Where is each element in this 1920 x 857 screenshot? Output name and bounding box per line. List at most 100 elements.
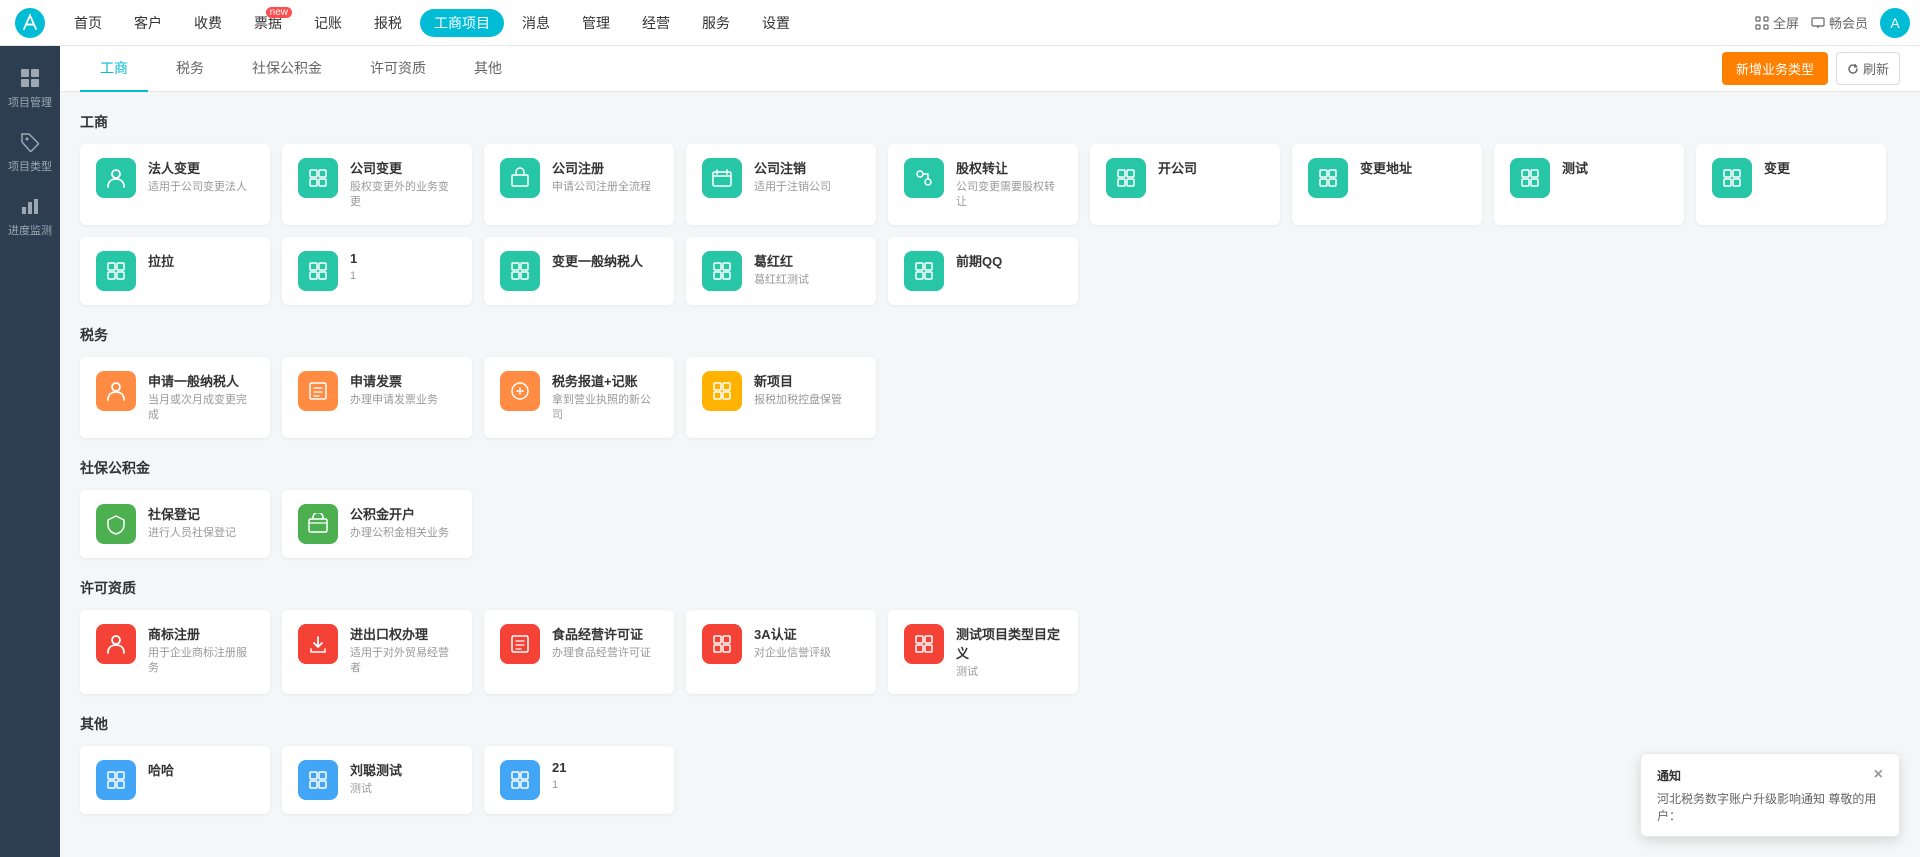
- card-icon-gongsizhuche: [500, 158, 540, 198]
- section-title-other: 其他: [80, 714, 1900, 734]
- nav-tax[interactable]: 报税: [360, 9, 416, 37]
- nav-settings[interactable]: 设置: [748, 9, 804, 37]
- sidebar-label-progress: 进度监测: [8, 222, 52, 238]
- notify-header: 通知 ×: [1657, 766, 1883, 784]
- tab-actions: 新增业务类型 刷新: [1722, 52, 1900, 85]
- card-shipinjinying[interactable]: 食品经营许可证 办理食品经营许可证: [484, 610, 674, 694]
- shebao-card-grid: 社保登记 进行人员社保登记 公积金开户 办理公积金相关业务: [80, 490, 1900, 558]
- card-jinchukou[interactable]: 进出口权办理 适用于对外贸易经营者: [282, 610, 472, 694]
- member-button[interactable]: 畅会员: [1811, 13, 1868, 32]
- card-icon-jinchukou: [298, 624, 338, 664]
- chart-icon: [18, 194, 42, 218]
- avatar[interactable]: A: [1880, 8, 1910, 38]
- card-shangbiaozhuche[interactable]: 商标注册 用于企业商标注册服务: [80, 610, 270, 694]
- section-title-xuke: 许可资质: [80, 578, 1900, 598]
- card-biangeng2[interactable]: 变更: [1696, 144, 1886, 225]
- card-haha[interactable]: 哈哈: [80, 746, 270, 814]
- grid-icon: [18, 66, 42, 90]
- nav-customer[interactable]: 客户: [120, 9, 176, 37]
- top-navigation: 首页 客户 收费 票据 new 记账 报税 工商项目 消息 管理 经营 服务 设…: [0, 0, 1920, 46]
- tag-icon: [18, 130, 42, 154]
- fullscreen-icon: [1755, 16, 1769, 30]
- card-1[interactable]: 1 1: [282, 237, 472, 305]
- refresh-button[interactable]: 刷新: [1836, 52, 1900, 85]
- section-title-gongshang: 工商: [80, 112, 1900, 132]
- notify-close-button[interactable]: ×: [1874, 766, 1883, 784]
- new-badge: new: [266, 7, 292, 18]
- card-faziren[interactable]: 法人变更 适用于公司变更法人: [80, 144, 270, 225]
- card-biangengna税人[interactable]: 变更一般纳税人: [484, 237, 674, 305]
- nav-accounting[interactable]: 记账: [300, 9, 356, 37]
- sidebar-item-project-manage[interactable]: 项目管理: [0, 56, 60, 120]
- fullscreen-button[interactable]: 全屏: [1755, 13, 1799, 32]
- nav-right: 全屏 畅会员 A: [1755, 8, 1910, 38]
- sidebar-item-progress[interactable]: 进度监测: [0, 184, 60, 248]
- new-type-button[interactable]: 新增业务类型: [1722, 52, 1828, 85]
- card-gongsizhuche[interactable]: 公司注册 申请公司注册全流程: [484, 144, 674, 225]
- tab-shuiwu[interactable]: 税务: [156, 46, 224, 92]
- tab-other[interactable]: 其他: [454, 46, 522, 92]
- card-gongsibiangeng[interactable]: 公司变更 股权变更外的业务变更: [282, 144, 472, 225]
- sidebar-label-project-manage: 项目管理: [8, 94, 52, 110]
- nav-operation[interactable]: 经营: [628, 9, 684, 37]
- card-icon-1: [298, 251, 338, 291]
- card-icon-gongsibiangeng: [298, 158, 338, 198]
- card-liucongceshi[interactable]: 刘聪测试 测试: [282, 746, 472, 814]
- card-icon-shenqingnas: [96, 371, 136, 411]
- screen-icon: [1811, 16, 1825, 30]
- card-icon-liucongceshi: [298, 760, 338, 800]
- other-card-grid: 哈哈 刘聪测试 测试: [80, 746, 1900, 814]
- nav-payment[interactable]: 收费: [180, 9, 236, 37]
- card-taxjijia[interactable]: 税务报道+记账 拿到营业执照的新公司: [484, 357, 674, 438]
- card-icon-qianqiqq: [904, 251, 944, 291]
- card-lala[interactable]: 拉拉: [80, 237, 270, 305]
- card-xinxiangmu[interactable]: 新项目 报税加税控盘保管: [686, 357, 876, 438]
- tab-shebao[interactable]: 社保公积金: [232, 46, 342, 92]
- nav-business[interactable]: 工商项目: [420, 9, 504, 37]
- card-icon-gongjijinkaihu: [298, 504, 338, 544]
- card-ceshixiangmu[interactable]: 测试项目类型目定义 测试: [888, 610, 1078, 694]
- card-shenqingfapiao[interactable]: 申请发票 办理申请发票业务: [282, 357, 472, 438]
- card-icon-guquanzhuanrang: [904, 158, 944, 198]
- card-gongsizuxiao[interactable]: 公司注销 适用于注销公司: [686, 144, 876, 225]
- nav-ticket[interactable]: 票据 new: [240, 9, 296, 37]
- card-kaigongsi[interactable]: 开公司: [1090, 144, 1280, 225]
- card-21[interactable]: 21 1: [484, 746, 674, 814]
- card-guquanzhuanrang[interactable]: 股权转让 公司变更需要股权转让: [888, 144, 1078, 225]
- card-icon-taxjijia: [500, 371, 540, 411]
- nav-service[interactable]: 服务: [688, 9, 744, 37]
- card-shenqingnas[interactable]: 申请一般纳税人 当月或次月成变更完成: [80, 357, 270, 438]
- notify-text: 河北税务数字账户升级影响通知 尊敬的用户：: [1657, 790, 1883, 824]
- nav-items: 首页 客户 收费 票据 new 记账 报税 工商项目 消息 管理 经营 服务 设…: [60, 9, 1755, 37]
- xuke-card-grid: 商标注册 用于企业商标注册服务 进出口权办理 适用于对外贸易经营者: [80, 610, 1900, 694]
- card-gongjijinkaihu[interactable]: 公积金开户 办理公积金相关业务: [282, 490, 472, 558]
- card-icon-kaigongsi: [1106, 158, 1146, 198]
- card-biangengdizhi[interactable]: 变更地址: [1292, 144, 1482, 225]
- card-icon-biangeng2: [1712, 158, 1752, 198]
- card-qianqiqq[interactable]: 前期QQ: [888, 237, 1078, 305]
- card-icon-haha: [96, 760, 136, 800]
- refresh-icon: [1847, 63, 1859, 75]
- logo[interactable]: [10, 3, 50, 43]
- nav-home[interactable]: 首页: [60, 9, 116, 37]
- section-title-shuiwu: 税务: [80, 325, 1900, 345]
- tab-xuke[interactable]: 许可资质: [350, 46, 446, 92]
- tab-gongshang[interactable]: 工商: [80, 46, 148, 92]
- card-icon-gongsizuxiao: [702, 158, 742, 198]
- card-icon-shenqingfapiao: [298, 371, 338, 411]
- card-3arenzheng[interactable]: 3A认证 对企业信誉评级: [686, 610, 876, 694]
- card-ceshi1[interactable]: 测试: [1494, 144, 1684, 225]
- card-icon-lala: [96, 251, 136, 291]
- sidebar: 项目管理 项目类型 进度监测: [0, 46, 60, 857]
- tabs-bar: 工商 税务 社保公积金 许可资质 其他 新增业务类型 刷新: [60, 46, 1920, 92]
- nav-manage[interactable]: 管理: [568, 9, 624, 37]
- card-gehonghong[interactable]: 葛红红 葛红红测试: [686, 237, 876, 305]
- gongshang-card-grid: 法人变更 适用于公司变更法人 公司变更 股权变更外的业务变更: [80, 144, 1900, 305]
- card-icon-biangengdizhi: [1308, 158, 1348, 198]
- card-icon-faziren: [96, 158, 136, 198]
- card-icon-gehonghong: [702, 251, 742, 291]
- nav-message[interactable]: 消息: [508, 9, 564, 37]
- card-icon-ceshixiangmu: [904, 624, 944, 664]
- card-shebaodengjis[interactable]: 社保登记 进行人员社保登记: [80, 490, 270, 558]
- sidebar-item-project-type[interactable]: 项目类型: [0, 120, 60, 184]
